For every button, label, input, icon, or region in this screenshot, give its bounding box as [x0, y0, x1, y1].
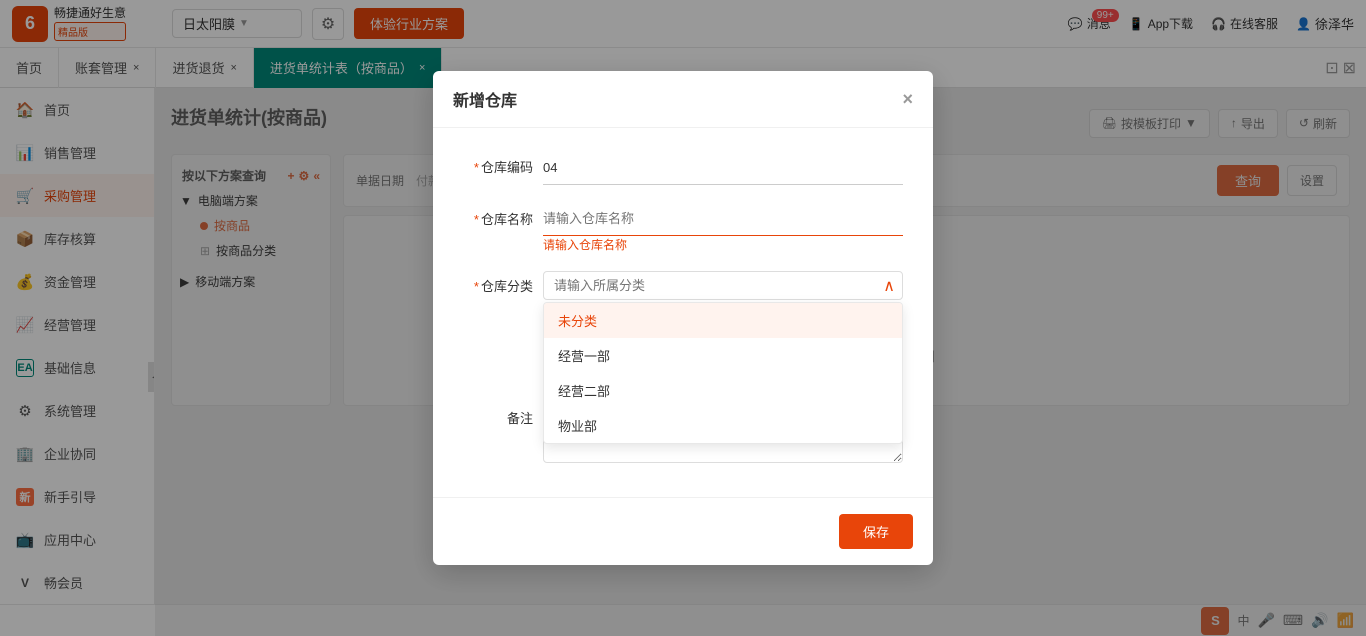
category-dropdown-toggle[interactable]: ∧ [883, 276, 895, 296]
save-button[interactable]: 保存 [839, 514, 913, 549]
modal-header: 新增仓库 × [433, 71, 933, 128]
modal-footer: 保存 [433, 497, 933, 565]
category-row: 仓库分类 ∧ 未分类 经营一部 经营二部 物业部 [463, 271, 903, 303]
category-dropdown: 未分类 经营一部 经营二部 物业部 [543, 302, 903, 444]
name-error-msg: 请输入仓库名称 [543, 238, 627, 252]
modal-body: 仓库编码 仓库名称 请输入仓库名称 仓库分类 ∧ [433, 128, 933, 497]
modal-title: 新增仓库 [453, 87, 517, 111]
category-input[interactable] [543, 271, 903, 300]
dropdown-option-2[interactable]: 经营二部 [544, 373, 902, 408]
remark-label: 备注 [463, 403, 543, 435]
add-warehouse-modal: 新增仓库 × 仓库编码 仓库名称 请输入仓库名称 仓库分类 [433, 71, 933, 565]
name-error-wrap: 请输入仓库名称 [463, 236, 903, 253]
modal-overlay: 新增仓库 × 仓库编码 仓库名称 请输入仓库名称 仓库分类 [0, 0, 1366, 636]
dropdown-option-3[interactable]: 物业部 [544, 408, 902, 443]
category-label: 仓库分类 [463, 271, 543, 303]
code-input[interactable] [543, 152, 903, 185]
code-label: 仓库编码 [463, 152, 543, 184]
name-input[interactable] [543, 203, 903, 236]
modal-close-button[interactable]: × [902, 90, 913, 108]
dropdown-option-1[interactable]: 经营一部 [544, 338, 902, 373]
name-row-inner: 仓库名称 [463, 203, 903, 236]
dropdown-option-0[interactable]: 未分类 [544, 303, 902, 338]
name-label: 仓库名称 [463, 204, 543, 236]
code-row: 仓库编码 [463, 152, 903, 185]
category-select-wrap: ∧ 未分类 经营一部 经营二部 物业部 [543, 271, 903, 300]
name-row: 仓库名称 请输入仓库名称 [463, 203, 903, 253]
